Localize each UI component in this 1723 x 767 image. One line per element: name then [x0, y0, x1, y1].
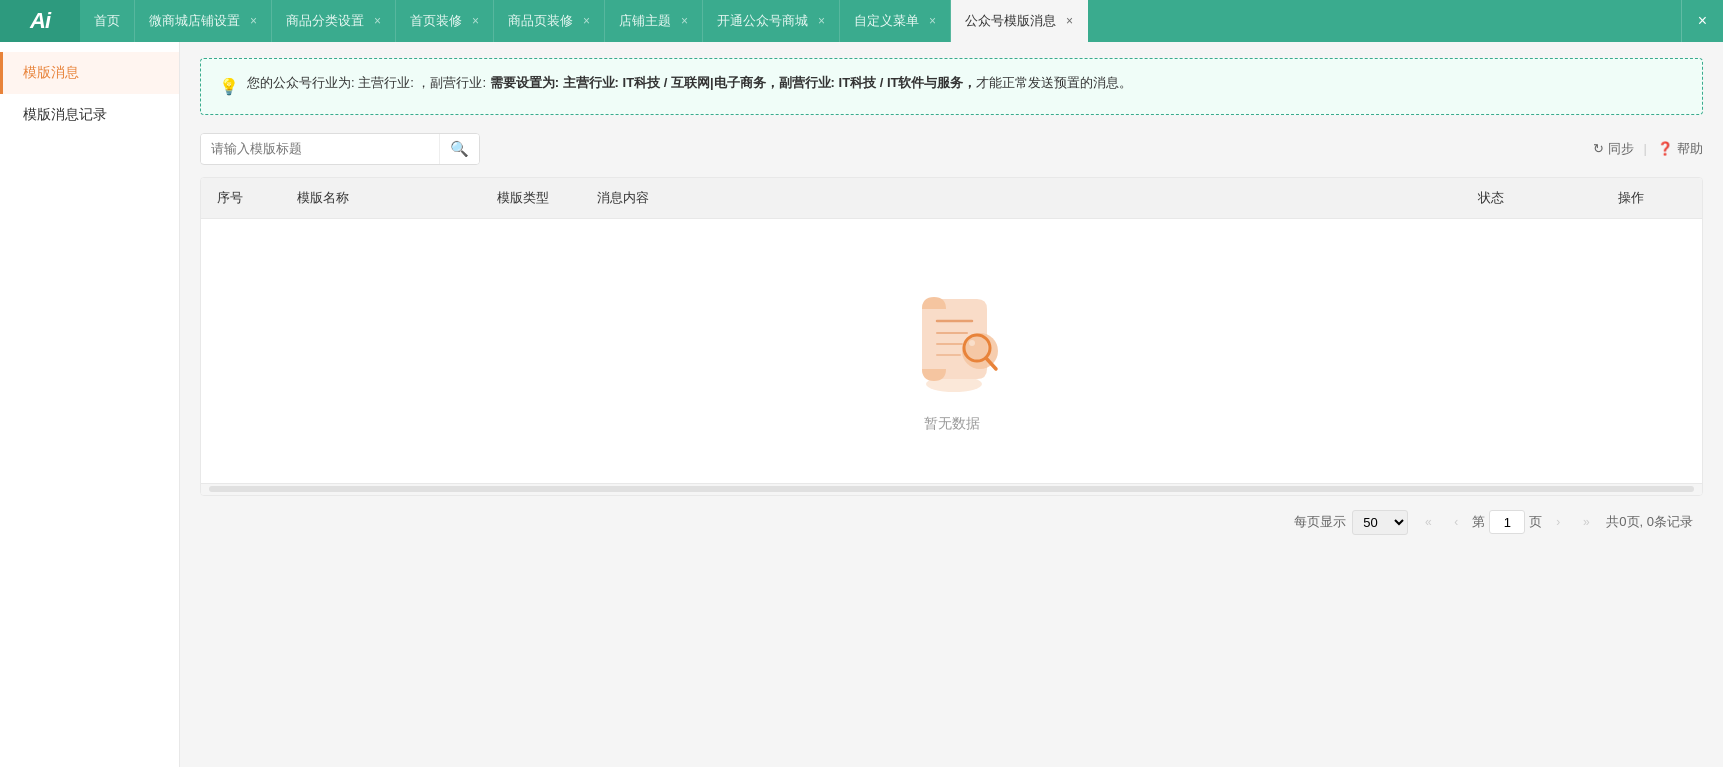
- page-prefix: 第: [1472, 513, 1485, 531]
- empty-icon: [892, 279, 1012, 399]
- nav-tab-微商城店铺设置[interactable]: 微商城店铺设置 ×: [135, 0, 272, 42]
- page-suffix: 页: [1529, 513, 1542, 531]
- nav-tab-label: 公众号模版消息: [965, 12, 1056, 30]
- nav-tab-label: 首页装修: [410, 12, 462, 30]
- nav-tab-label: 店铺主题: [619, 12, 671, 30]
- table-scrollbar[interactable]: [201, 483, 1702, 495]
- help-icon: ❓: [1657, 141, 1673, 156]
- nav-tab-close[interactable]: ×: [1066, 14, 1073, 28]
- nav-tabs: 首页微商城店铺设置×商品分类设置×首页装修×商品页装修×店铺主题×开通公众号商城…: [80, 0, 1681, 42]
- nav-tab-close[interactable]: ×: [818, 14, 825, 28]
- col-header-content: 消息内容: [581, 178, 1462, 219]
- sidebar-item-模版消息记录[interactable]: 模版消息记录: [0, 94, 179, 136]
- alert-icon: 💡: [219, 74, 239, 100]
- global-close-button[interactable]: ×: [1681, 0, 1723, 42]
- col-header-name: 模版名称: [281, 178, 481, 219]
- search-bar: 🔍 ↻ 同步 | ❓ 帮助: [200, 133, 1703, 165]
- nav-tab-close[interactable]: ×: [472, 14, 479, 28]
- sync-icon: ↻: [1593, 141, 1604, 156]
- search-button[interactable]: 🔍: [439, 134, 479, 164]
- search-input-wrap: 🔍: [200, 133, 480, 165]
- table-header: 序号 模版名称 模版类型 消息内容 状态 操作: [201, 178, 1702, 219]
- page-size-label: 每页显示: [1294, 513, 1346, 531]
- nav-tab-close[interactable]: ×: [374, 14, 381, 28]
- col-header-status: 状态: [1462, 178, 1602, 219]
- empty-state-row: 暂无数据: [201, 218, 1702, 483]
- logo: Ai: [0, 0, 80, 42]
- nav-tab-close[interactable]: ×: [250, 14, 257, 28]
- nav-tab-商品页装修[interactable]: 商品页装修 ×: [494, 0, 605, 42]
- col-header-action: 操作: [1602, 178, 1702, 219]
- sync-label: 同步: [1608, 140, 1634, 158]
- nav-tab-label: 自定义菜单: [854, 12, 919, 30]
- data-table: 序号 模版名称 模版类型 消息内容 状态 操作: [201, 178, 1702, 483]
- nav-tab-店铺主题[interactable]: 店铺主题 ×: [605, 0, 703, 42]
- page-input[interactable]: [1489, 510, 1525, 534]
- next-page-button[interactable]: ›: [1546, 510, 1570, 534]
- first-page-button[interactable]: «: [1416, 510, 1440, 534]
- table-container: 序号 模版名称 模版类型 消息内容 状态 操作: [200, 177, 1703, 496]
- nav-tab-label: 首页: [94, 12, 120, 30]
- alert-text: 您的公众号行业为: 主营行业: ，副营行业: 需要设置为: 主营行业: IT科技…: [247, 73, 1132, 94]
- total-info: 共0页, 0条记录: [1606, 513, 1693, 531]
- help-label: 帮助: [1677, 140, 1703, 158]
- page-size-dropdown[interactable]: 102050100: [1352, 510, 1408, 535]
- nav-tab-自定义菜单[interactable]: 自定义菜单 ×: [840, 0, 951, 42]
- page-nav: « ‹ 第 页 › »: [1416, 510, 1598, 534]
- sync-button[interactable]: ↻ 同步: [1593, 140, 1634, 158]
- nav-tab-label: 商品分类设置: [286, 12, 364, 30]
- empty-text: 暂无数据: [924, 415, 980, 433]
- nav-tab-label: 开通公众号商城: [717, 12, 808, 30]
- nav-tab-商品分类设置[interactable]: 商品分类设置 ×: [272, 0, 396, 42]
- sidebar-item-模版消息[interactable]: 模版消息: [0, 52, 179, 94]
- pagination: 每页显示 102050100 « ‹ 第 页 › » 共0页, 0条记录: [200, 496, 1703, 545]
- nav-tab-label: 微商城店铺设置: [149, 12, 240, 30]
- help-button[interactable]: ❓ 帮助: [1657, 140, 1703, 158]
- main-layout: 模版消息模版消息记录 💡 您的公众号行业为: 主营行业: ，副营行业: 需要设置…: [0, 42, 1723, 767]
- svg-point-8: [969, 340, 975, 346]
- col-header-type: 模版类型: [481, 178, 581, 219]
- table-body: 暂无数据: [201, 218, 1702, 483]
- nav-tab-label: 商品页装修: [508, 12, 573, 30]
- alert-highlight: 需要设置为: 主营行业: IT科技 / 互联网|电子商务，副营行业: IT科技 …: [490, 75, 977, 90]
- alert-box: 💡 您的公众号行业为: 主营行业: ，副营行业: 需要设置为: 主营行业: IT…: [200, 58, 1703, 115]
- nav-tab-close[interactable]: ×: [583, 14, 590, 28]
- last-page-button[interactable]: »: [1574, 510, 1598, 534]
- nav-tab-公众号模版消息[interactable]: 公众号模版消息 ×: [951, 0, 1088, 42]
- scrollbar-track: [209, 486, 1694, 492]
- toolbar-divider: |: [1644, 141, 1647, 156]
- empty-state: 暂无数据: [201, 219, 1702, 483]
- nav-tab-close[interactable]: ×: [681, 14, 688, 28]
- nav-tab-开通公众号商城[interactable]: 开通公众号商城 ×: [703, 0, 840, 42]
- prev-page-button[interactable]: ‹: [1444, 510, 1468, 534]
- toolbar-right: ↻ 同步 | ❓ 帮助: [1593, 140, 1703, 158]
- page-size-select: 每页显示 102050100: [1294, 510, 1408, 535]
- search-input[interactable]: [201, 134, 439, 163]
- col-header-index: 序号: [201, 178, 281, 219]
- content-area: 💡 您的公众号行业为: 主营行业: ，副营行业: 需要设置为: 主营行业: IT…: [180, 42, 1723, 767]
- top-nav: Ai 首页微商城店铺设置×商品分类设置×首页装修×商品页装修×店铺主题×开通公众…: [0, 0, 1723, 42]
- nav-tab-close[interactable]: ×: [929, 14, 936, 28]
- nav-tab-首页[interactable]: 首页: [80, 0, 135, 42]
- sidebar: 模版消息模版消息记录: [0, 42, 180, 767]
- nav-tab-首页装修[interactable]: 首页装修 ×: [396, 0, 494, 42]
